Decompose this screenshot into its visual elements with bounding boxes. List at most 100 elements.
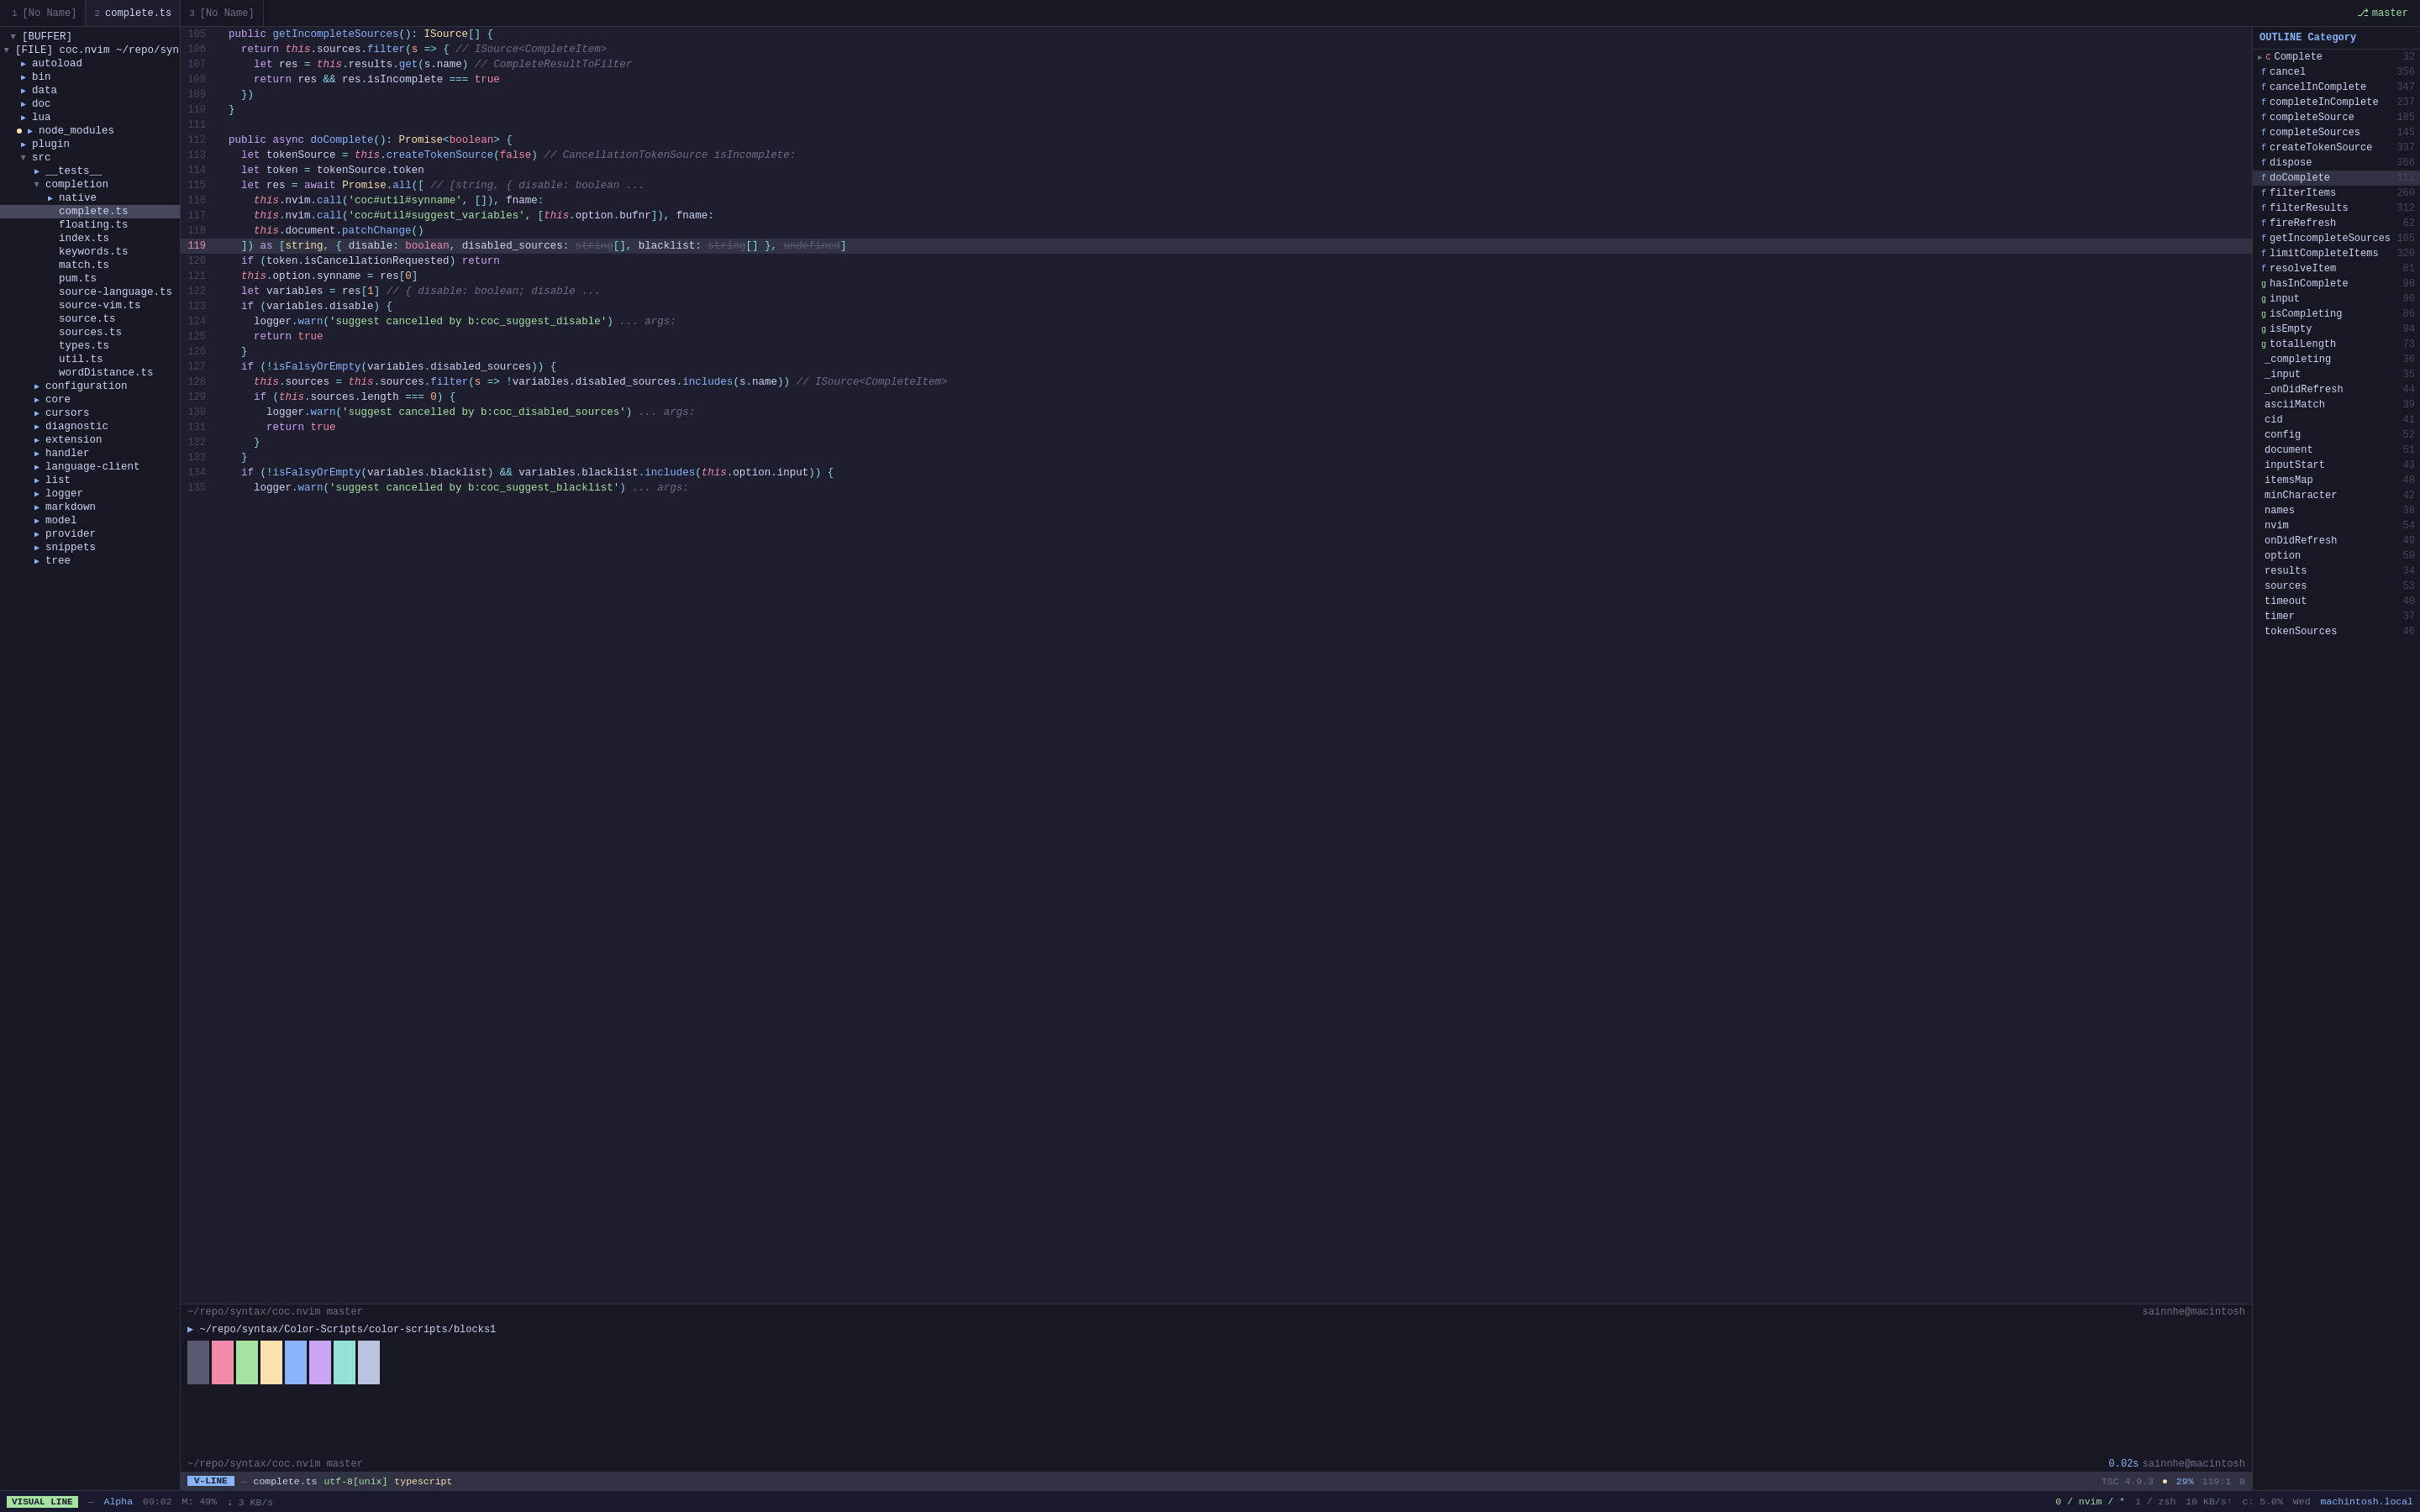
outline-num: 86 [2403, 308, 2415, 320]
sidebar-item-provider[interactable]: ▶ provider [0, 528, 180, 541]
sidebar-item-list[interactable]: ▶ list [0, 474, 180, 487]
outline-item[interactable]: f cancel 356 [2253, 65, 2420, 80]
sidebar-item-match_ts[interactable]: match.ts [0, 259, 180, 272]
folder-icon-lua: ▶ [17, 113, 30, 123]
outline-item[interactable]: _completing 36 [2253, 352, 2420, 367]
sidebar-item-source_lang[interactable]: source-language.ts [0, 286, 180, 299]
sidebar-item-complete_ts[interactable]: complete.ts [0, 205, 180, 218]
bottom-bar: VISUAL LINE — Alpha 09:02 M: 49% ⇣ 3 KB/… [0, 1490, 2420, 1512]
outline-num: 90 [2403, 293, 2415, 305]
sidebar-item-util_ts[interactable]: util.ts [0, 353, 180, 366]
outline-item[interactable]: tokenSources 46 [2253, 624, 2420, 639]
sidebar-item-tests[interactable]: ▶ __tests__ [0, 165, 180, 178]
outline-type: f [2261, 113, 2266, 123]
code-line-116: 116 this.nvim.call('coc#util#synname', [… [181, 193, 2252, 208]
outline-type: g [2261, 280, 2266, 289]
outline-item[interactable]: _onDidRefresh 44 [2253, 382, 2420, 397]
sidebar-item-core[interactable]: ▶ core [0, 393, 180, 407]
sidebar-item-keywords_ts[interactable]: keywords.ts [0, 245, 180, 259]
outline-item[interactable]: f dispose 366 [2253, 155, 2420, 171]
sidebar-item-index_ts[interactable]: index.ts [0, 232, 180, 245]
tab-3[interactable]: 3 [No Name] [181, 0, 263, 26]
outline-item[interactable]: sources 53 [2253, 579, 2420, 594]
sidebar-item-pum_ts[interactable]: pum.ts [0, 272, 180, 286]
sidebar-item-snippets[interactable]: ▶ snippets [0, 541, 180, 554]
outline-item[interactable]: itemsMap 48 [2253, 473, 2420, 488]
code-line-113: 113 let tokenSource = this.createTokenSo… [181, 148, 2252, 163]
sidebar-item-wordDistance_ts[interactable]: wordDistance.ts [0, 366, 180, 380]
outline-item[interactable]: g totalLength 73 [2253, 337, 2420, 352]
outline-item[interactable]: onDidRefresh 49 [2253, 533, 2420, 549]
sidebar-item-sources_ts[interactable]: sources.ts [0, 326, 180, 339]
sidebar-item-native[interactable]: ▶ native [0, 192, 180, 205]
outline-item[interactable]: config 52 [2253, 428, 2420, 443]
outline-item[interactable]: f completeSources 145 [2253, 125, 2420, 140]
sidebar-item-completion[interactable]: ▶ completion [0, 178, 180, 192]
outline-item[interactable]: f completeInComplete 237 [2253, 95, 2420, 110]
sidebar-item-doc[interactable]: ▶ doc [0, 97, 180, 111]
code-line-126: 126 } [181, 344, 2252, 360]
sidebar-item-floating_ts[interactable]: floating.ts [0, 218, 180, 232]
sidebar-item-cursors[interactable]: ▶ cursors [0, 407, 180, 420]
sidebar-item-autoload[interactable]: ▶ autoload [0, 57, 180, 71]
outline-item[interactable]: g isCompleting 86 [2253, 307, 2420, 322]
sidebar-item-src[interactable]: ▶ src [0, 151, 180, 165]
sidebar-item-markdown[interactable]: ▶ markdown [0, 501, 180, 514]
sidebar-item-lua[interactable]: ▶ lua [0, 111, 180, 124]
outline-item[interactable]: f cancelInComplete 347 [2253, 80, 2420, 95]
outline-item[interactable]: g input 90 [2253, 291, 2420, 307]
outline-header: OUTLINE Category [2253, 27, 2420, 50]
outline-item[interactable]: g hasInComplete 98 [2253, 276, 2420, 291]
outline-item[interactable]: f resolveItem 81 [2253, 261, 2420, 276]
outline-type: C [2265, 53, 2270, 62]
sidebar-item-file[interactable]: ▶ [FILE] coc.nvim ~/repo/synta [0, 44, 180, 57]
outline-item[interactable]: g isEmpty 94 [2253, 322, 2420, 337]
outline-type: f [2261, 204, 2266, 213]
outline-item[interactable]: f doComplete 112 [2253, 171, 2420, 186]
outline-label: itemsMap [2265, 475, 2313, 486]
sidebar-item-model[interactable]: ▶ model [0, 514, 180, 528]
sidebar-item-logger[interactable]: ▶ logger [0, 487, 180, 501]
sidebar-item-extension[interactable]: ▶ extension [0, 433, 180, 447]
sidebar-item-tree[interactable]: ▶ tree [0, 554, 180, 568]
outline-item[interactable]: f filterResults 312 [2253, 201, 2420, 216]
outline-item[interactable]: asciiMatch 39 [2253, 397, 2420, 412]
sidebar-item-bin[interactable]: ▶ bin [0, 71, 180, 84]
sidebar-item-language-client[interactable]: ▶ language-client [0, 460, 180, 474]
line-content-117: this.nvim.call('coc#util#suggest_variabl… [216, 208, 2252, 223]
outline-item[interactable]: f getIncompleteSources 105 [2253, 231, 2420, 246]
outline-item[interactable]: names 38 [2253, 503, 2420, 518]
tab-2[interactable]: 2 complete.ts [86, 0, 181, 26]
outline-item[interactable]: cid 41 [2253, 412, 2420, 428]
outline-item[interactable]: results 34 [2253, 564, 2420, 579]
terminal-content[interactable]: ▶ ~/repo/syntax/Color-Scripts/color-scri… [181, 1320, 2252, 1457]
outline-item[interactable]: nvim 54 [2253, 518, 2420, 533]
sidebar-item-data[interactable]: ▶ data [0, 84, 180, 97]
sidebar-item-buffer[interactable]: ▶ [BUFFER] [0, 30, 180, 44]
sidebar-item-handler[interactable]: ▶ handler [0, 447, 180, 460]
tab-1[interactable]: 1 [No Name] [3, 0, 86, 26]
code-line-123: 123 if (variables.disable) { [181, 299, 2252, 314]
outline-item[interactable]: f createTokenSource 337 [2253, 140, 2420, 155]
sidebar-item-node_modules[interactable]: ▶ node_modules [0, 124, 180, 138]
sidebar-item-configuration[interactable]: ▶ configuration [0, 380, 180, 393]
code-area[interactable]: 105 public getIncompleteSources(): ISour… [181, 27, 2252, 1304]
sidebar-item-types_ts[interactable]: types.ts [0, 339, 180, 353]
sidebar-item-source_ts[interactable]: source.ts [0, 312, 180, 326]
sidebar-item-diagnostic[interactable]: ▶ diagnostic [0, 420, 180, 433]
outline-item[interactable]: option 50 [2253, 549, 2420, 564]
outline-item[interactable]: timeout 40 [2253, 594, 2420, 609]
outline-item[interactable]: inputStart 43 [2253, 458, 2420, 473]
outline-item[interactable]: minCharacter 42 [2253, 488, 2420, 503]
outline-item[interactable]: _input 35 [2253, 367, 2420, 382]
sidebar-item-plugin[interactable]: ▶ plugin [0, 138, 180, 151]
outline-item[interactable]: f filterItems 260 [2253, 186, 2420, 201]
outline-item[interactable]: ▶ C Complete 32 [2253, 50, 2420, 65]
outline-item[interactable]: document 51 [2253, 443, 2420, 458]
outline-item[interactable]: f completeSource 185 [2253, 110, 2420, 125]
outline-item[interactable]: f limitCompleteItems 320 [2253, 246, 2420, 261]
outline-item[interactable]: timer 37 [2253, 609, 2420, 624]
outline-item[interactable]: f fireRefresh 62 [2253, 216, 2420, 231]
outline-num: 73 [2403, 339, 2415, 350]
sidebar-item-source_vim[interactable]: source-vim.ts [0, 299, 180, 312]
